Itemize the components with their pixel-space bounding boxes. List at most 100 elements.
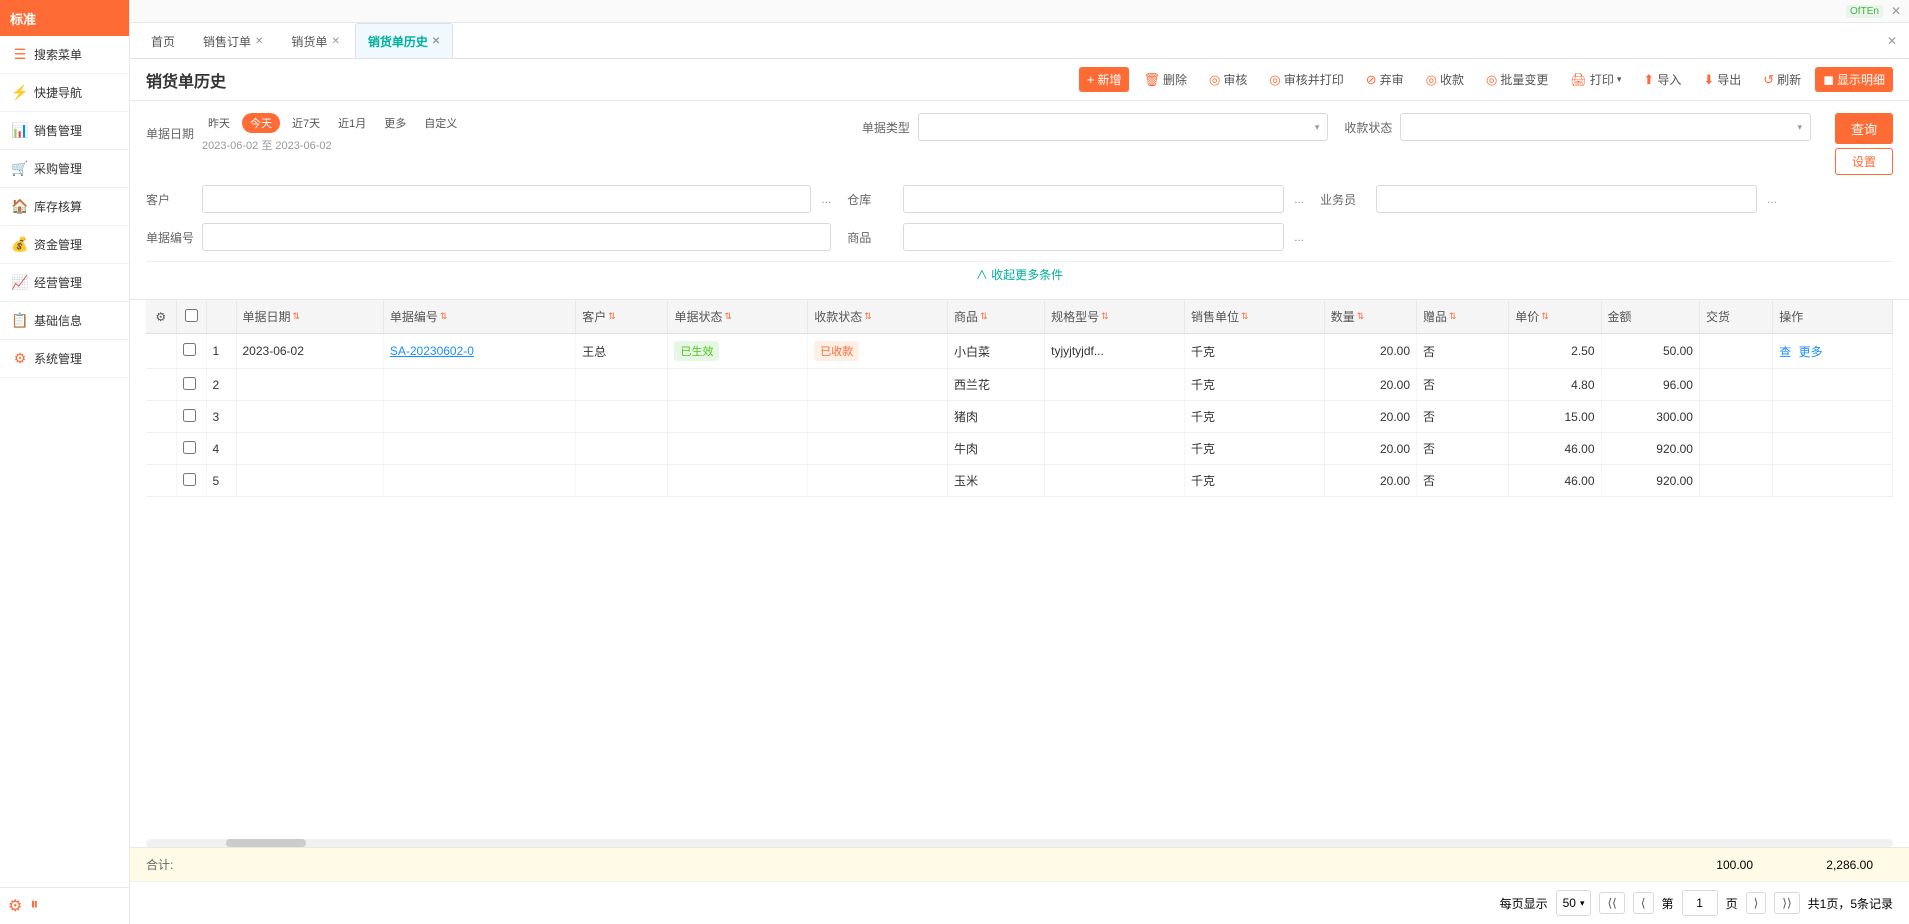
search-menu-icon: ☰ bbox=[12, 47, 28, 63]
td-settings-4 bbox=[146, 465, 176, 497]
review-button[interactable]: ◎ 审核 bbox=[1201, 67, 1255, 92]
td-doc-no-4[interactable] bbox=[383, 465, 575, 497]
review-print-button[interactable]: ◎ 审核并打印 bbox=[1261, 67, 1351, 92]
td-spec-2 bbox=[1045, 401, 1185, 433]
sidebar-pause-icon[interactable]: ⏸ bbox=[30, 896, 38, 916]
delete-icon: 🗑 bbox=[1143, 72, 1160, 88]
row-checkbox-1[interactable] bbox=[183, 377, 196, 390]
more-action-0[interactable]: 更多 bbox=[1799, 345, 1823, 359]
th-spec[interactable]: 规格型号 ⇅ bbox=[1045, 300, 1185, 334]
row-checkbox-0[interactable] bbox=[183, 343, 196, 356]
import-button[interactable]: ⬆ 导入 bbox=[1635, 67, 1689, 92]
row-checkbox-2[interactable] bbox=[183, 409, 196, 422]
product-dots-btn[interactable]: ... bbox=[1294, 230, 1304, 244]
date-tab-7days[interactable]: 近7天 bbox=[286, 113, 326, 133]
page-size-select[interactable]: 50 ▾ bbox=[1556, 890, 1592, 916]
sidebar-item-label: 经营管理 bbox=[34, 274, 82, 291]
th-doc-no[interactable]: 单据编号 ⇅ bbox=[383, 300, 575, 334]
td-gift-4: 否 bbox=[1417, 465, 1509, 497]
select-all-checkbox[interactable] bbox=[185, 309, 198, 322]
row-checkbox-4[interactable] bbox=[183, 473, 196, 486]
td-doc-no-0[interactable]: SA-20230602-0 bbox=[383, 334, 575, 369]
date-tab-custom[interactable]: 自定义 bbox=[418, 113, 463, 133]
scrollbar-area[interactable] bbox=[146, 839, 1893, 847]
td-actions-2 bbox=[1773, 401, 1893, 433]
payment-status-badge-0: 已收款 bbox=[814, 341, 859, 361]
date-tab-today[interactable]: 今天 bbox=[242, 113, 280, 133]
print-button[interactable]: 🖨 打印 ▾ bbox=[1562, 67, 1629, 92]
refresh-button[interactable]: ↺ 刷新 bbox=[1755, 67, 1809, 92]
add-button[interactable]: + 新增 bbox=[1079, 67, 1130, 92]
th-doc-status[interactable]: 单据状态 ⇅ bbox=[668, 300, 808, 334]
settings-icon[interactable]: ⚙ bbox=[155, 310, 166, 324]
settings-button[interactable]: 设置 bbox=[1835, 148, 1893, 175]
sidebar-item-sales-mgmt[interactable]: 📊 销售管理 bbox=[0, 112, 129, 150]
tab-sales-history[interactable]: 销货单历史 ✕ bbox=[355, 23, 453, 58]
td-doc-no-1[interactable] bbox=[383, 369, 575, 401]
th-payment-status[interactable]: 收款状态 ⇅ bbox=[808, 300, 948, 334]
doc-type-select[interactable]: ▾ bbox=[918, 113, 1329, 141]
th-customer[interactable]: 客户 ⇅ bbox=[576, 300, 668, 334]
sidebar-item-quick-nav[interactable]: ⚡ 快捷导航 bbox=[0, 74, 129, 112]
sidebar-item-purchase-mgmt[interactable]: 🛒 采购管理 bbox=[0, 150, 129, 188]
customer-dots-btn[interactable]: ... bbox=[821, 192, 831, 206]
th-gift[interactable]: 赠品 ⇅ bbox=[1417, 300, 1509, 334]
scrollbar-thumb[interactable] bbox=[226, 839, 306, 847]
th-settings[interactable]: ⚙ bbox=[146, 300, 176, 334]
date-tab-yesterday[interactable]: 昨天 bbox=[202, 113, 236, 133]
collapse-more-btn[interactable]: ∧ 收起更多条件 bbox=[146, 261, 1893, 287]
collect-button[interactable]: ◎ 收款 bbox=[1418, 67, 1472, 92]
th-date[interactable]: 单据日期 ⇅ bbox=[236, 300, 383, 334]
salesperson-dots-btn[interactable]: ... bbox=[1767, 192, 1777, 206]
th-price[interactable]: 单价 ⇅ bbox=[1509, 300, 1601, 334]
th-qty[interactable]: 数量 ⇅ bbox=[1324, 300, 1416, 334]
tab-bar-close[interactable]: ✕ bbox=[1883, 30, 1901, 52]
tab-sales-delivery[interactable]: 销货单 ✕ bbox=[278, 23, 352, 58]
close-all-icon[interactable]: ✕ bbox=[1891, 4, 1901, 18]
warehouse-dots-btn[interactable]: ... bbox=[1294, 192, 1304, 206]
next-page-button[interactable]: ⟩ bbox=[1746, 892, 1767, 914]
sidebar-item-system-mgmt[interactable]: ⚙ 系统管理 bbox=[0, 340, 129, 378]
export-button[interactable]: ⬇ 导出 bbox=[1695, 67, 1749, 92]
tab-sales-order[interactable]: 销售订单 ✕ bbox=[190, 23, 276, 58]
batch-change-button[interactable]: ◎ 批量变更 bbox=[1478, 67, 1556, 92]
last-page-button[interactable]: ⟩⟩ bbox=[1774, 892, 1799, 914]
th-unit[interactable]: 销售单位 ⇅ bbox=[1184, 300, 1324, 334]
product-input[interactable] bbox=[903, 223, 1284, 251]
view-action-0[interactable]: 查 bbox=[1779, 345, 1791, 359]
show-details-button[interactable]: ◼ 显示明细 bbox=[1815, 67, 1893, 92]
tab-sales-delivery-close[interactable]: ✕ bbox=[331, 36, 339, 47]
sidebar-settings-icon[interactable]: ⚙ bbox=[8, 896, 22, 916]
payment-status-select[interactable]: ▾ bbox=[1400, 113, 1811, 141]
import-label: 导入 bbox=[1657, 71, 1681, 88]
sidebar-item-basic-info[interactable]: 📋 基础信息 bbox=[0, 302, 129, 340]
prev-page-button[interactable]: ⟨ bbox=[1633, 892, 1654, 914]
sidebar-item-inventory-calc[interactable]: 🏠 库存核算 bbox=[0, 188, 129, 226]
salesperson-label: 业务员 bbox=[1320, 191, 1370, 208]
sidebar-item-search-menu[interactable]: ☰ 搜索菜单 bbox=[0, 36, 129, 74]
add-label: 新增 bbox=[1097, 71, 1121, 88]
date-tab-1month[interactable]: 近1月 bbox=[332, 113, 372, 133]
discard-button[interactable]: ⊘ 弃审 bbox=[1358, 67, 1412, 92]
row-checkbox-3[interactable] bbox=[183, 441, 196, 454]
first-page-button[interactable]: ⟨⟨ bbox=[1599, 892, 1624, 914]
page-input[interactable] bbox=[1682, 890, 1718, 916]
td-doc-status-2 bbox=[668, 401, 808, 433]
query-button[interactable]: 查询 bbox=[1835, 113, 1893, 144]
salesperson-input[interactable] bbox=[1376, 185, 1757, 213]
sidebar-item-finance-mgmt[interactable]: 💰 资金管理 bbox=[0, 226, 129, 264]
doc-no-input[interactable] bbox=[202, 223, 831, 251]
tab-sales-history-close[interactable]: ✕ bbox=[432, 36, 440, 47]
gift-sort-icon: ⇅ bbox=[1449, 311, 1457, 322]
tab-home[interactable]: 首页 bbox=[138, 23, 188, 58]
warehouse-input[interactable] bbox=[903, 185, 1284, 213]
customer-input[interactable] bbox=[202, 185, 811, 213]
sidebar-item-operations-mgmt[interactable]: 📈 经营管理 bbox=[0, 264, 129, 302]
td-doc-no-3[interactable] bbox=[383, 433, 575, 465]
td-doc-no-2[interactable] bbox=[383, 401, 575, 433]
date-tab-more[interactable]: 更多 bbox=[378, 113, 412, 133]
th-product[interactable]: 商品 ⇅ bbox=[948, 300, 1045, 334]
delete-button[interactable]: 🗑 删除 bbox=[1135, 67, 1195, 92]
td-product-3: 牛肉 bbox=[948, 433, 1045, 465]
tab-sales-order-close[interactable]: ✕ bbox=[255, 36, 263, 47]
